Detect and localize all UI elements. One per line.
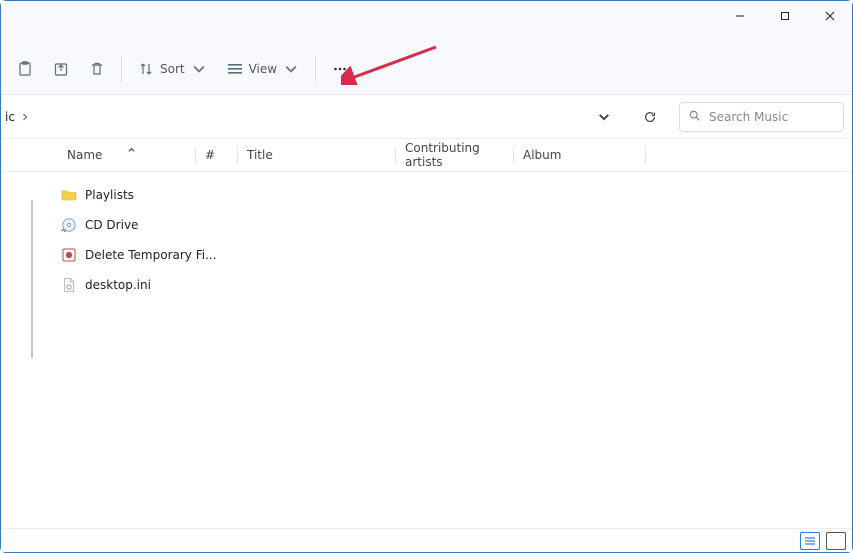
toolbar-divider <box>121 56 122 82</box>
app-icon <box>61 247 77 263</box>
list-item[interactable]: desktop.ini <box>37 270 852 300</box>
details-view-button[interactable] <box>800 532 820 550</box>
delete-button[interactable] <box>79 51 115 87</box>
list-item[interactable]: Delete Temporary Fi... <box>37 240 852 270</box>
close-button[interactable] <box>807 1 852 31</box>
search-input[interactable] <box>709 110 853 124</box>
more-button[interactable] <box>322 51 358 87</box>
chevron-right-icon <box>21 110 29 124</box>
address-bar: ic <box>1 95 852 139</box>
cd-icon <box>61 217 77 233</box>
item-label: CD Drive <box>85 218 138 232</box>
folder-icon <box>61 187 77 203</box>
history-dropdown[interactable] <box>587 102 621 132</box>
column-headers: Name # Title Contributing artists Album <box>1 139 852 172</box>
view-button[interactable]: View <box>217 51 309 87</box>
refresh-button[interactable] <box>633 102 667 132</box>
sort-indicator-icon <box>127 142 136 156</box>
item-label: Playlists <box>85 188 134 202</box>
search-icon <box>688 109 701 125</box>
item-label: Delete Temporary Fi... <box>85 248 217 262</box>
column-name[interactable]: Name <box>57 139 195 171</box>
toolbar: Sort View <box>1 43 852 95</box>
ini-icon <box>61 277 77 293</box>
paste-button[interactable] <box>7 51 43 87</box>
search-box[interactable] <box>679 102 844 132</box>
column-number[interactable]: # <box>195 139 237 171</box>
status-bar <box>1 528 852 552</box>
breadcrumb-current[interactable]: ic <box>5 110 15 124</box>
view-label: View <box>249 62 277 76</box>
item-label: desktop.ini <box>85 278 151 292</box>
column-artists[interactable]: Contributing artists <box>395 139 513 171</box>
file-list: Playlists CD Drive Delete Temporary Fi..… <box>1 172 852 300</box>
breadcrumb[interactable]: ic <box>1 110 29 124</box>
list-item[interactable]: CD Drive <box>37 210 852 240</box>
toolbar-divider <box>315 56 316 82</box>
scroll-indicator <box>31 200 33 358</box>
icons-view-button[interactable] <box>826 532 846 550</box>
list-item[interactable]: Playlists <box>37 180 852 210</box>
chevron-down-icon <box>191 61 207 77</box>
column-album[interactable]: Album <box>513 139 645 171</box>
minimize-button[interactable] <box>717 1 762 31</box>
maximize-button[interactable] <box>762 1 807 31</box>
column-title[interactable]: Title <box>237 139 395 171</box>
sort-label: Sort <box>160 62 185 76</box>
sort-button[interactable]: Sort <box>128 51 217 87</box>
chevron-down-icon <box>283 61 299 77</box>
column-spacer <box>645 139 665 171</box>
share-button[interactable] <box>43 51 79 87</box>
